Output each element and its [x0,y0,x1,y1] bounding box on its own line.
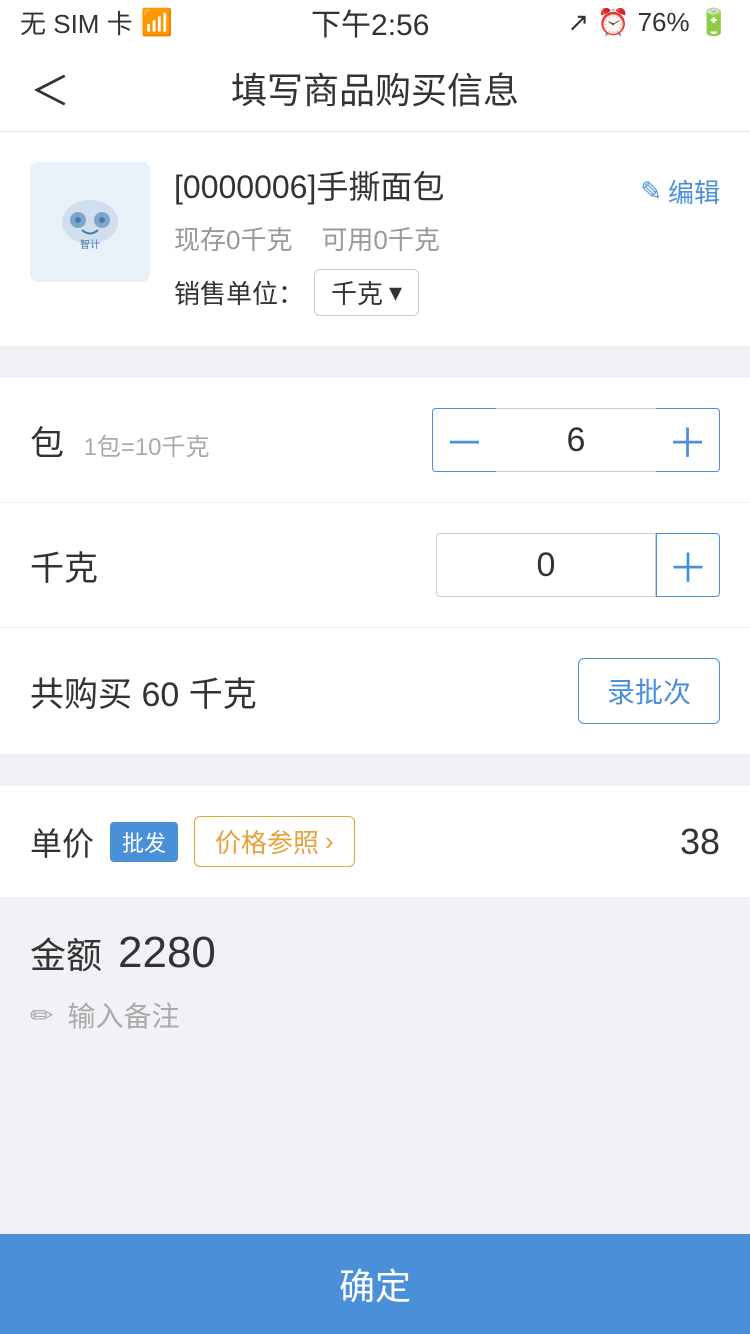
divider-1 [0,362,750,378]
alarm-icon: ⏰ [597,7,629,38]
kilogram-row: 千克 ＋ [0,503,750,628]
edit-button[interactable]: ✎ 编辑 [640,162,720,220]
package-minus-button[interactable]: － [432,408,496,472]
confirm-label: 确定 [339,1258,411,1310]
product-stock: 现存0千克 可用0千克 [174,220,720,257]
edit-label: 编辑 [668,173,720,210]
price-label: 单价 [30,819,94,865]
package-label: 包 1包=10千克 [30,416,432,465]
package-stepper: － ＋ [432,408,720,472]
edit-icon: ✎ [640,176,662,207]
dropdown-icon: ▾ [389,277,402,308]
confirm-button[interactable]: 确定 [0,1234,750,1334]
product-image: 智计 [30,162,150,282]
amount-label: 金额 [30,927,102,979]
status-left: 无 SIM 卡 📶 [20,4,173,41]
price-tag: 批发 [110,822,178,862]
package-row: 包 1包=10千克 － ＋ [0,378,750,503]
price-ref-arrow: › [325,826,334,857]
price-value: 38 [680,821,720,863]
price-section: 单价 批发 价格参照 › 38 [0,786,750,897]
product-top-row: [0000006]手撕面包 ✎ 编辑 [174,162,720,220]
page-title: 填写商品购买信息 [231,62,519,114]
status-right: ↗ ⏰ 76% 🔋 [567,7,730,38]
product-card: 智计 [0000006]手撕面包 ✎ 编辑 现存0千克 可用0千克 销售单位： … [0,132,750,346]
unit-select[interactable]: 千克 ▾ [314,269,419,316]
package-plus-button[interactable]: ＋ [656,408,720,472]
battery-label: 76% [638,7,690,38]
divider-2 [0,754,750,770]
status-time: 下午2:56 [311,0,429,44]
svg-text:智计: 智计 [80,238,100,251]
battery-icon: 🔋 [698,7,730,38]
package-hint: 1包=10千克 [83,434,209,461]
price-ref-label: 价格参照 [215,823,319,860]
kilogram-label: 千克 [30,541,436,590]
nav-bar: ＜ 填写商品购买信息 [0,44,750,132]
product-unit: 销售单位： 千克 ▾ [174,269,720,316]
note-placeholder: 输入备注 [67,995,179,1035]
price-ref-button[interactable]: 价格参照 › [194,816,355,867]
location-icon: ↗ [567,7,589,38]
kilogram-stepper: ＋ [436,533,720,597]
note-row[interactable]: ✏ 输入备注 [30,995,720,1035]
kilogram-input[interactable] [436,533,656,597]
status-bar: 无 SIM 卡 📶 下午2:56 ↗ ⏰ 76% 🔋 [0,0,750,44]
sim-label: 无 SIM 卡 [20,4,133,41]
kilogram-plus-button[interactable]: ＋ [656,533,720,597]
amount-row: 金额 2280 [30,927,720,979]
product-logo-icon: 智计 [60,192,120,252]
batch-button[interactable]: 录批次 [578,658,720,724]
wifi-icon: 📶 [141,7,173,38]
back-button[interactable]: ＜ [30,59,70,117]
total-text: 共购买 60 千克 [30,667,257,716]
total-row: 共购买 60 千克 录批次 [0,628,750,754]
bottom-spacer [0,1065,750,1165]
package-input[interactable] [496,408,656,472]
amount-value: 2280 [118,928,216,978]
product-info: [0000006]手撕面包 ✎ 编辑 现存0千克 可用0千克 销售单位： 千克 … [174,162,720,316]
note-icon: ✏ [30,999,53,1032]
product-name: [0000006]手撕面包 [174,162,444,208]
price-row: 单价 批发 价格参照 › 38 [30,816,720,867]
amount-section: 金额 2280 ✏ 输入备注 [0,897,750,1065]
